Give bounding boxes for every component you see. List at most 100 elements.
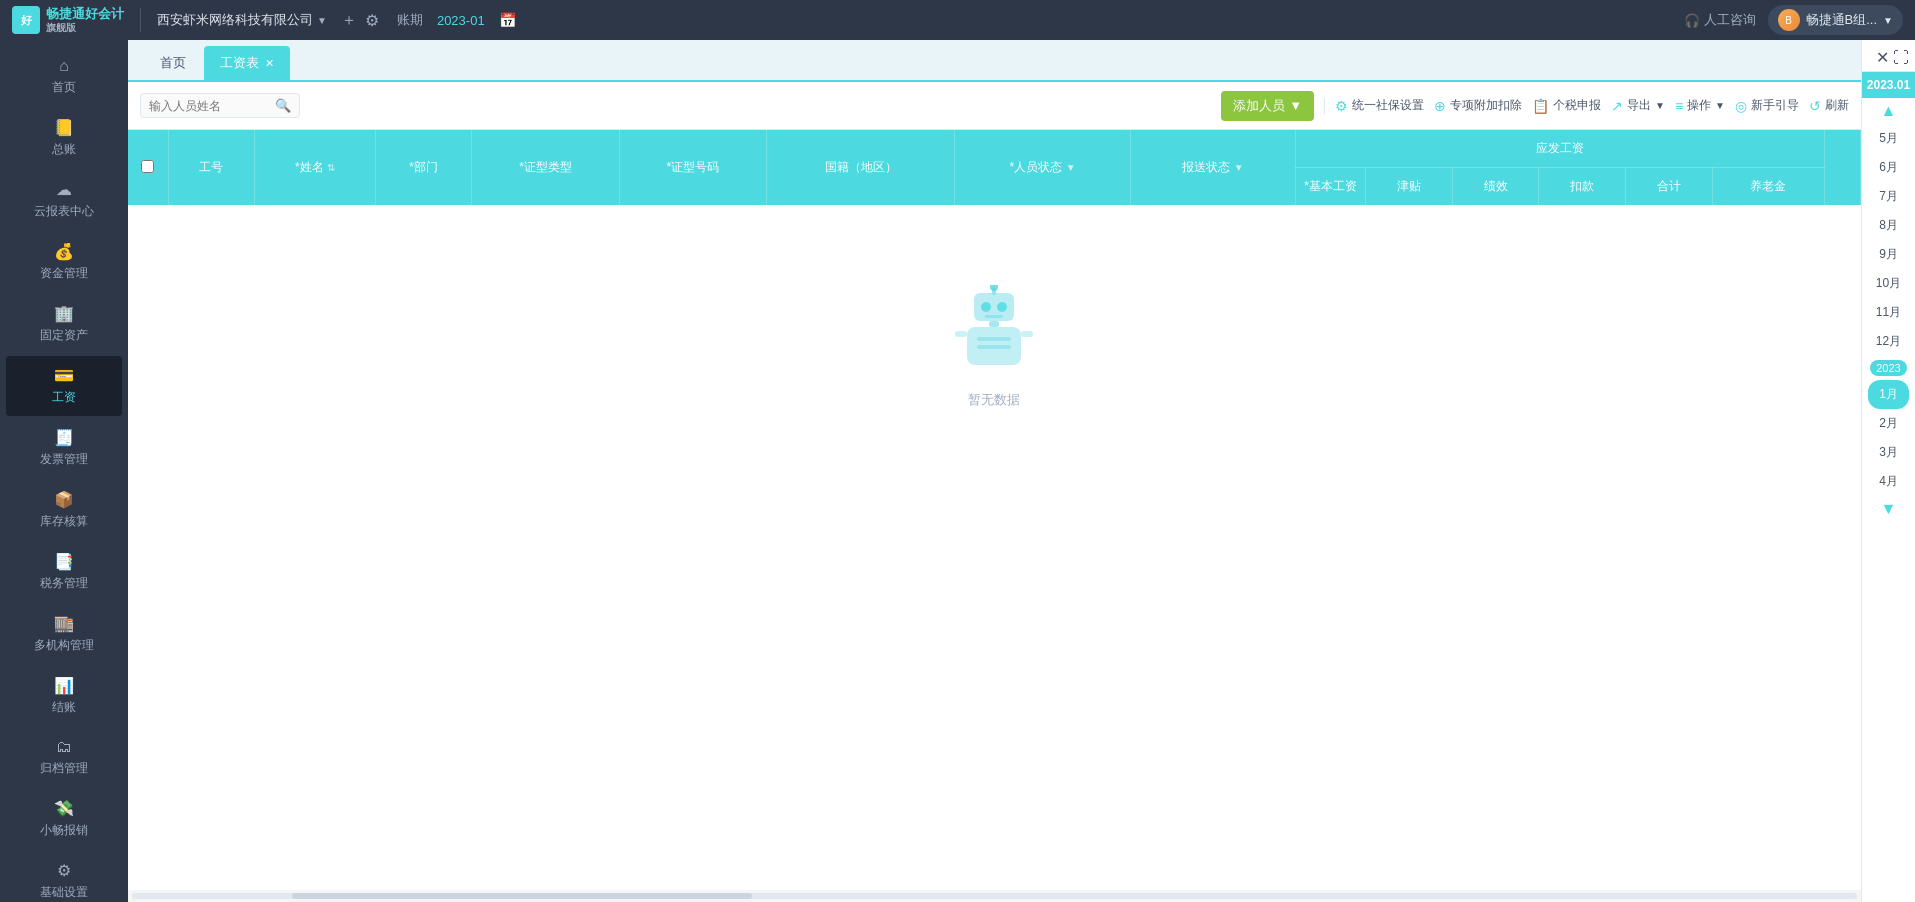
month-item-11[interactable]: 11月 [1862, 298, 1915, 327]
horizontal-scrollbar[interactable] [128, 890, 1861, 902]
top-right: 🎧 人工咨询 B 畅捷通B组... ▼ [1684, 5, 1903, 35]
tax-report-action[interactable]: 📋 个税申报 [1532, 97, 1601, 114]
month-item-7[interactable]: 7月 [1862, 182, 1915, 211]
month-item-10[interactable]: 10月 [1862, 269, 1915, 298]
sidebar-label-inventory: 库存核算 [40, 513, 88, 530]
new-guide-action[interactable]: ◎ 新手引导 [1735, 97, 1799, 114]
empty-state-illustration [949, 285, 1039, 375]
operations-action[interactable]: ≡ 操作 ▼ [1675, 97, 1725, 114]
sidebar-label-expense: 小畅报销 [40, 822, 88, 839]
search-input[interactable] [149, 99, 269, 113]
th-id-type: *证型类型 [472, 130, 619, 205]
add-person-button[interactable]: 添加人员 ▼ [1221, 91, 1314, 121]
month-item-5[interactable]: 5月 [1862, 124, 1915, 153]
user-button[interactable]: B 畅捷通B组... ▼ [1768, 5, 1903, 35]
ledger-icon: 📒 [54, 118, 74, 137]
special-deduct-action[interactable]: ⊕ 专项附加扣除 [1434, 97, 1522, 114]
month-item-9[interactable]: 9月 [1862, 240, 1915, 269]
sidebar-item-expense[interactable]: 💸 小畅报销 [6, 789, 122, 849]
sidebar-item-invoice[interactable]: 🧾 发票管理 [6, 418, 122, 478]
fund-icon: 💰 [54, 242, 74, 261]
scrollbar-thumb[interactable] [292, 893, 752, 899]
fixed-assets-icon: 🏢 [54, 304, 74, 323]
sidebar-item-inventory[interactable]: 📦 库存核算 [6, 480, 122, 540]
th-nationality: 国籍（地区） [767, 130, 955, 205]
th-dept: *部门 [375, 130, 472, 205]
svg-rect-4 [989, 321, 999, 327]
right-panel-top: ✕ ⛶ [1862, 44, 1915, 72]
app-name: 畅捷通好会计 [46, 6, 124, 22]
company-dropdown-icon: ▼ [317, 15, 327, 26]
tab-salary[interactable]: 工资表 ✕ [204, 46, 290, 80]
sidebar-label-close: 结账 [52, 699, 76, 716]
year-2023-badge: 2023 [1870, 360, 1906, 376]
right-panel-up-arrow[interactable]: ▲ [1877, 98, 1901, 124]
empty-state: 暂无数据 [128, 205, 1861, 489]
new-guide-icon: ◎ [1735, 98, 1747, 114]
status-filter-icon[interactable]: ▼ [1066, 162, 1076, 173]
scrollbar-track [132, 893, 1857, 899]
month-item-8[interactable]: 8月 [1862, 211, 1915, 240]
sidebar-item-salary[interactable]: 💳 工资 [6, 356, 122, 416]
logo-icon: 好 [12, 6, 40, 34]
export-action[interactable]: ↗ 导出 ▼ [1611, 97, 1665, 114]
settings-icon[interactable]: ⚙ [365, 11, 379, 30]
month-item-12[interactable]: 12月 [1862, 327, 1915, 356]
social-security-action[interactable]: ⚙ 统一社保设置 [1335, 97, 1424, 114]
th-allowance: 津贴 [1365, 168, 1452, 206]
month-item-6[interactable]: 6月 [1862, 153, 1915, 182]
right-panel-expand-icon[interactable]: ⛶ [1893, 49, 1909, 67]
period-label: 账期 [397, 11, 423, 29]
month-item-3[interactable]: 3月 [1862, 438, 1915, 467]
sidebar-label-archive: 归档管理 [40, 760, 88, 777]
select-all-checkbox[interactable] [141, 160, 154, 173]
inventory-icon: 📦 [54, 490, 74, 509]
sidebar-label-tax: 税务管理 [40, 575, 88, 592]
sidebar-item-fund[interactable]: 💰 资金管理 [6, 232, 122, 292]
new-guide-label: 新手引导 [1751, 97, 1799, 114]
company-name: 西安虾米网络科技有限公司 [157, 11, 313, 29]
sidebar-item-archive[interactable]: 🗂 归档管理 [6, 728, 122, 787]
tab-close-icon[interactable]: ✕ [265, 57, 274, 70]
report-status-filter-icon[interactable]: ▼ [1234, 162, 1244, 173]
app-edition: 旗舰版 [46, 22, 124, 34]
sidebar-item-fixed-assets[interactable]: 🏢 固定资产 [6, 294, 122, 354]
export-label: 导出 [1627, 97, 1651, 114]
headset-icon: 🎧 [1684, 13, 1700, 28]
svg-rect-11 [1021, 331, 1033, 337]
search-icon: 🔍 [275, 98, 291, 113]
social-security-label: 统一社保设置 [1352, 97, 1424, 114]
company-selector[interactable]: 西安虾米网络科技有限公司 ▼ [157, 11, 327, 29]
add-person-label: 添加人员 [1233, 97, 1285, 115]
sidebar-item-close[interactable]: 📊 结账 [6, 666, 122, 726]
invoice-icon: 🧾 [54, 428, 74, 447]
sidebar-item-tax[interactable]: 📑 税务管理 [6, 542, 122, 602]
support-button[interactable]: 🎧 人工咨询 [1684, 11, 1756, 29]
tab-home[interactable]: 首页 [144, 46, 202, 80]
tab-salary-label: 工资表 [220, 54, 259, 72]
right-panel-down-arrow[interactable]: ▼ [1877, 496, 1901, 522]
name-sort-icon[interactable]: ⇅ [327, 162, 335, 173]
refresh-icon: ↺ [1809, 98, 1821, 114]
toolbar-right: 添加人员 ▼ ⚙ 统一社保设置 ⊕ 专项附加扣除 📋 个税申报 ↗ [1221, 91, 1849, 121]
calendar-icon[interactable]: 📅 [499, 12, 516, 28]
sidebar-item-ledger[interactable]: 📒 总账 [6, 108, 122, 168]
toolbar: 🔍 添加人员 ▼ ⚙ 统一社保设置 ⊕ 专项附加扣除 📋 个税申 [128, 82, 1861, 130]
sidebar-item-home[interactable]: ⌂ 首页 [6, 47, 122, 106]
add-company-icon[interactable]: ＋ [341, 10, 357, 31]
sidebar-item-multi-org[interactable]: 🏬 多机构管理 [6, 604, 122, 664]
sidebar-item-cloud-report[interactable]: ☁ 云报表中心 [6, 170, 122, 230]
period-value[interactable]: 2023-01 [437, 13, 485, 28]
sidebar-item-settings[interactable]: ⚙ 基础设置 [6, 851, 122, 902]
empty-state-row: 暂无数据 [128, 205, 1861, 489]
operations-icon: ≡ [1675, 98, 1683, 114]
right-panel-close-icon[interactable]: ✕ [1876, 48, 1889, 67]
export-chevron-icon: ▼ [1655, 100, 1665, 111]
basic-settings-icon: ⚙ [57, 861, 71, 880]
refresh-action[interactable]: ↺ 刷新 [1809, 97, 1849, 114]
month-item-1-active[interactable]: 1月 [1868, 380, 1909, 409]
multi-org-icon: 🏬 [54, 614, 74, 633]
month-item-4[interactable]: 4月 [1862, 467, 1915, 496]
month-item-2[interactable]: 2月 [1862, 409, 1915, 438]
svg-rect-7 [977, 345, 1011, 349]
